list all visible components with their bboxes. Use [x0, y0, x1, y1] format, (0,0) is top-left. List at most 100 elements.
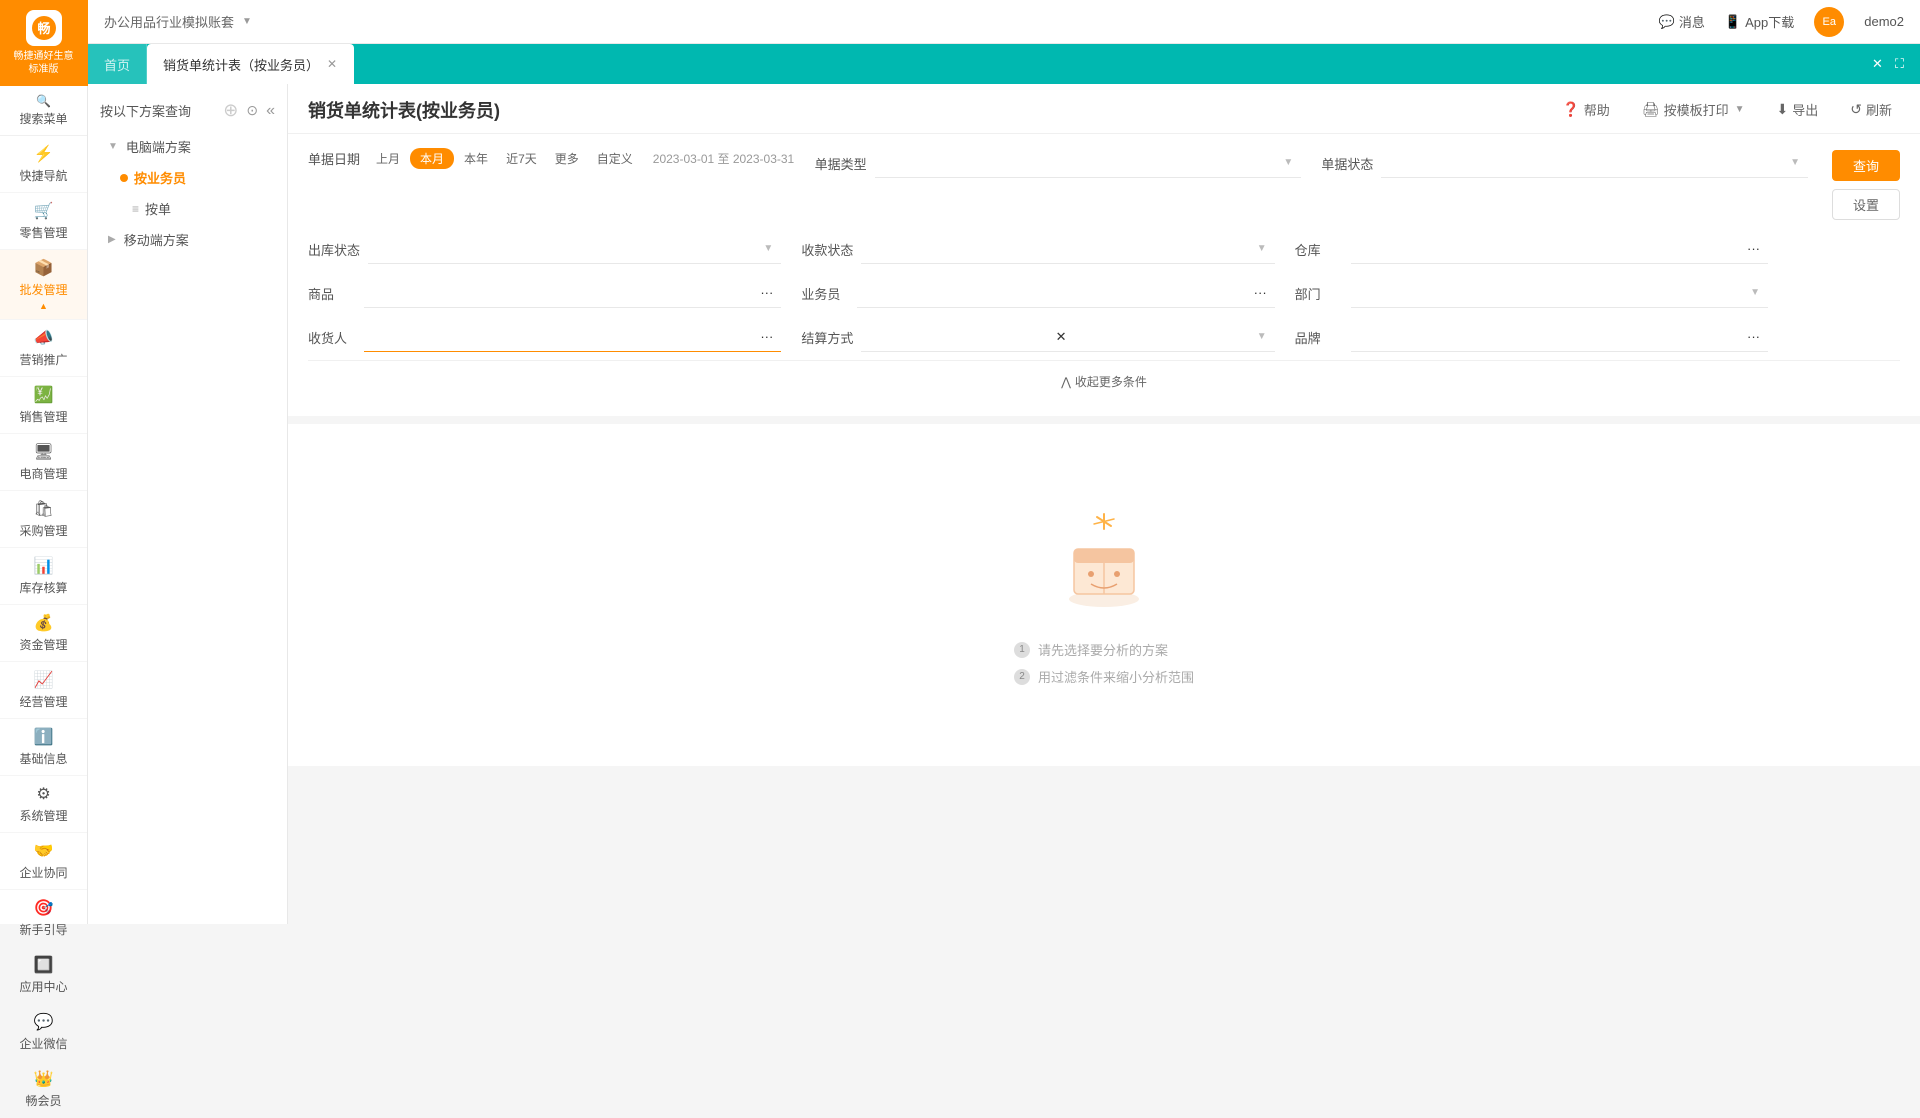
marketing-item[interactable]: 📣 营销推广 [0, 320, 87, 377]
export-btn[interactable]: ⬇ 导出 [1769, 96, 1827, 123]
add-scheme-icon[interactable]: ⊕ [223, 100, 238, 121]
settle-arrow-icon: ▼ [1257, 331, 1267, 342]
by-salesperson-item[interactable]: 按业务员 [88, 162, 287, 193]
help-btn[interactable]: ❓ 帮助 [1554, 96, 1617, 123]
settle-clear-icon[interactable]: ✕ [1056, 329, 1067, 345]
collapse-btn[interactable]: ⋀ 收起更多条件 [1049, 369, 1159, 394]
brand-cell: 品牌 ··· [1295, 322, 1780, 352]
inventory-icon: 📊 [34, 556, 54, 576]
inventory-item[interactable]: 📊 库存核算 [0, 548, 87, 605]
newbie-guide-item[interactable]: 🎯 新手引导 [0, 890, 87, 947]
date-tab-last-month[interactable]: 上月 [368, 148, 408, 169]
date-filter-cell: 单据日期 上月 本月 本年 近7天 更多 自定义 2023-03-01 至 20… [308, 148, 815, 169]
corp-wechat-item[interactable]: 💬 企业微信 [0, 1004, 87, 1061]
maximize-icon[interactable]: ⛶ [1895, 56, 1904, 72]
empty-state: 1 请先选择要分析的方案 2 用过滤条件来缩小分析范围 [288, 424, 1920, 766]
filter-row-2: 出库状态 ▼ 收款状态 ▼ 仓库 [308, 234, 1900, 264]
collab-icon: 🤝 [34, 841, 54, 861]
by-doc-item[interactable]: ≡ 按单 [88, 193, 287, 224]
wholesale-mgmt-item[interactable]: 📦 批发管理 ▲ [0, 250, 87, 320]
retail-mgmt-item[interactable]: 🛒 零售管理 [0, 193, 87, 250]
warehouse-dots-icon[interactable]: ··· [1747, 241, 1760, 256]
quick-nav-item[interactable]: ⚡ 快捷导航 [0, 136, 87, 193]
sub-icon: ≡ [132, 202, 139, 216]
scheme-actions: ⊕ ⊙ « [223, 100, 275, 121]
ecommerce-item[interactable]: 🖥 电商管理 [0, 434, 87, 491]
tip2-num: 2 [1014, 669, 1030, 685]
username-label[interactable]: demo2 [1864, 14, 1904, 29]
consignee-cell: 收货人 ··· [308, 322, 801, 352]
brand-select[interactable]: ··· [1351, 322, 1768, 352]
setup-button[interactable]: 设置 [1832, 189, 1900, 220]
stock-out-select[interactable]: ▼ [368, 234, 781, 264]
edit-scheme-icon[interactable]: ⊙ [246, 102, 258, 119]
app-logo[interactable]: 畅 畅捷通好生意 标准版 [0, 0, 88, 86]
tab-close-icon[interactable]: ✕ [327, 57, 337, 71]
system-mgmt-item[interactable]: ⚙ 系统管理 [0, 776, 87, 833]
template-print-btn[interactable]: 🖨 按模板打印 ▼ [1634, 96, 1753, 123]
product-select[interactable]: ··· [364, 278, 781, 308]
finance-icon: 💰 [34, 613, 54, 633]
member-item[interactable]: 👑 畅会员 [0, 1061, 87, 1118]
search-menu-item[interactable]: 🔍 搜索菜单 [0, 86, 87, 136]
stock-out-arrow-icon: ▼ [763, 243, 773, 254]
operations-item[interactable]: 📈 经营管理 [0, 662, 87, 719]
collapse-panel-icon[interactable]: « [266, 102, 275, 120]
date-tab-this-year[interactable]: 本年 [456, 148, 496, 169]
doc-type-arrow-icon: ▼ [1283, 157, 1293, 168]
help-label: 帮助 [1584, 100, 1610, 119]
sales-mgmt-item[interactable]: 💹 销售管理 [0, 377, 87, 434]
marketing-icon: 📣 [34, 328, 54, 348]
finance-item[interactable]: 💰 资金管理 [0, 605, 87, 662]
app-version-label: 标准版 [29, 63, 59, 76]
app-center-item[interactable]: 🔲 应用中心 [0, 947, 87, 1004]
pc-scheme-label: 电脑端方案 [126, 137, 191, 156]
warehouse-select[interactable]: ··· [1351, 234, 1768, 264]
workspace-dropdown-icon: ▼ [242, 16, 252, 27]
doc-type-select[interactable]: ▼ [875, 148, 1302, 178]
active-dot-icon [120, 174, 128, 182]
export-label: 导出 [1792, 100, 1818, 119]
sales-stat-tab[interactable]: 销货单统计表（按业务员） ✕ [147, 44, 354, 84]
salesperson-select[interactable]: ··· [857, 278, 1274, 308]
purchase-mgmt-item[interactable]: 🛍 采购管理 [0, 491, 87, 548]
help-icon: ❓ [1562, 101, 1579, 118]
consignee-label: 收货人 [308, 328, 356, 347]
product-cell: 商品 ··· [308, 278, 801, 308]
settle-method-select[interactable]: ✕ ▼ [861, 322, 1274, 352]
dept-select[interactable]: ▼ [1351, 278, 1768, 308]
workspace-selector[interactable]: 办公用品行业模拟账套 ▼ [104, 12, 252, 31]
refresh-btn[interactable]: ↺ 刷新 [1842, 96, 1900, 123]
consignee-input[interactable]: ··· [364, 322, 781, 352]
app-download-btn[interactable]: 📱 App下载 [1725, 12, 1794, 31]
basic-info-item[interactable]: ℹ️ 基础信息 [0, 719, 87, 776]
stock-out-cell: 出库状态 ▼ [308, 234, 801, 264]
pc-scheme-section[interactable]: ▼ 电脑端方案 [88, 131, 287, 162]
product-dots-icon[interactable]: ··· [760, 285, 773, 300]
logo-icon: 畅 [26, 10, 62, 46]
home-tab[interactable]: 首页 [88, 44, 147, 84]
header-actions: 💬 消息 📱 App下载 Ea demo2 [1659, 7, 1904, 37]
member-icon: 👑 [34, 1069, 54, 1089]
message-btn[interactable]: 💬 消息 [1659, 12, 1705, 31]
avatar-label: Ea [1823, 16, 1836, 28]
brand-dots-icon[interactable]: ··· [1747, 329, 1760, 344]
home-tab-label: 首页 [104, 55, 130, 74]
date-tab-last-7-days[interactable]: 近7天 [498, 148, 545, 169]
salesperson-dots-icon[interactable]: ··· [1254, 285, 1267, 300]
consignee-dots-icon[interactable]: ··· [760, 329, 773, 344]
user-avatar[interactable]: Ea [1814, 7, 1844, 37]
close-window-icon[interactable]: ✕ [1872, 56, 1883, 72]
salesperson-cell: 业务员 ··· [801, 278, 1294, 308]
query-button[interactable]: 查询 [1832, 150, 1900, 181]
date-tab-this-month[interactable]: 本月 [410, 148, 454, 169]
doc-status-select[interactable]: ▼ [1381, 148, 1808, 178]
corp-collab-item[interactable]: 🤝 企业协同 [0, 833, 87, 890]
search-icon: 🔍 [36, 94, 51, 108]
app-center-icon: 🔲 [34, 955, 54, 975]
mobile-scheme-section[interactable]: ▶ 移动端方案 [88, 224, 287, 255]
date-tab-custom[interactable]: 自定义 [589, 148, 641, 169]
collect-status-select[interactable]: ▼ [861, 234, 1274, 264]
product-label: 商品 [308, 284, 356, 303]
date-tab-more[interactable]: 更多 [547, 148, 587, 169]
